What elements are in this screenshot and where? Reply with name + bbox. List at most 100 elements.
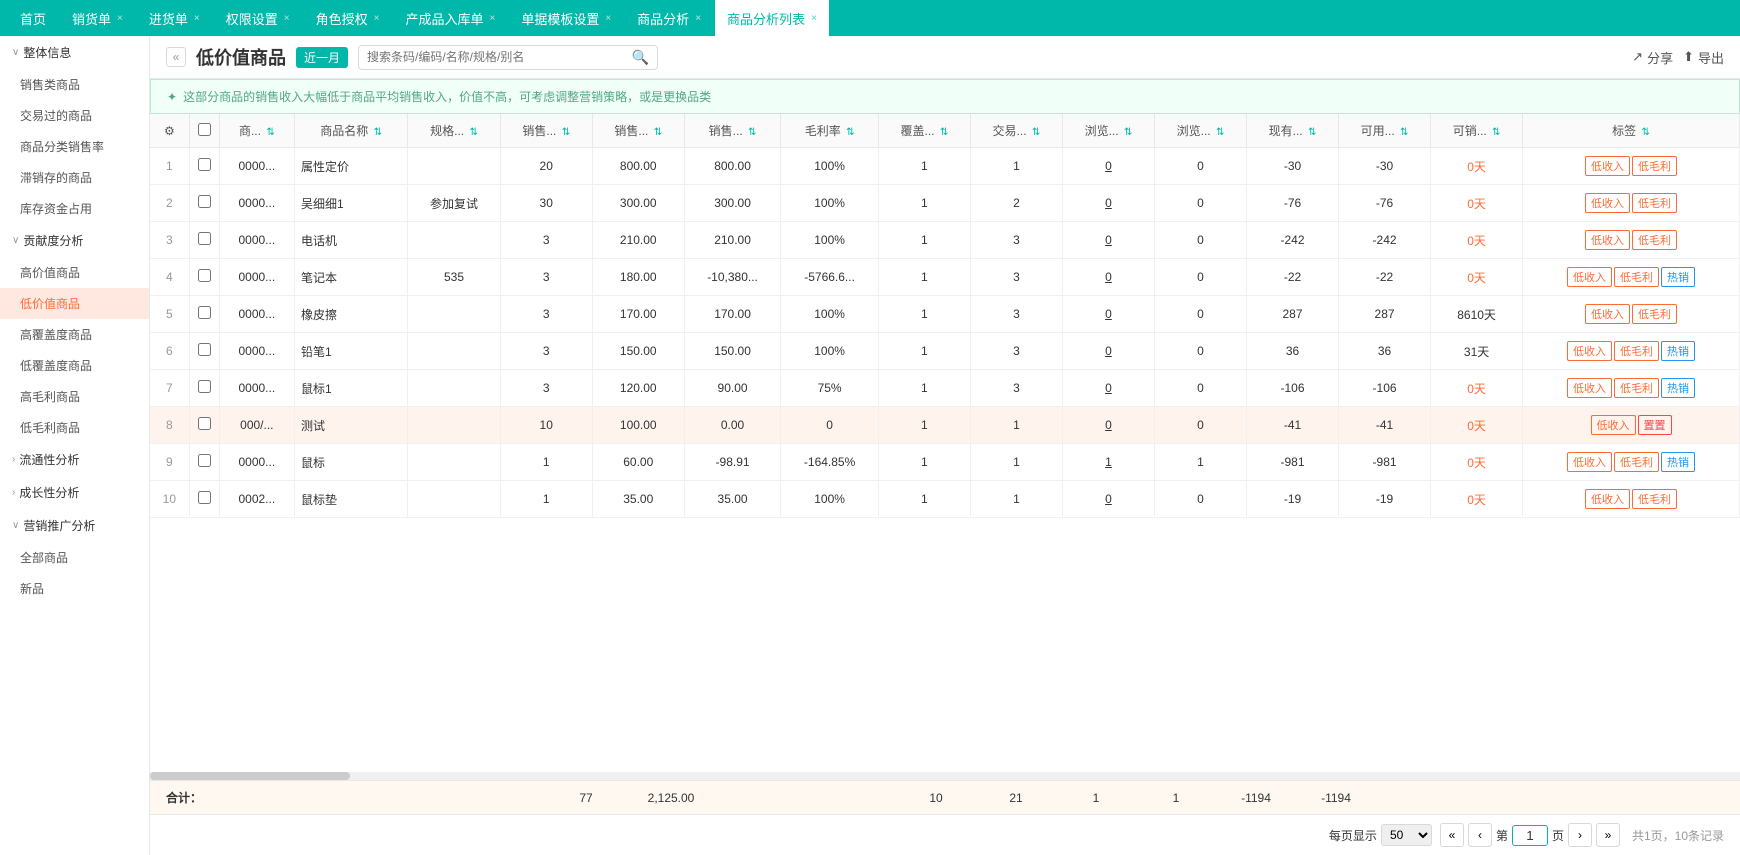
row-browse1[interactable]: 0 [1062, 296, 1154, 333]
nav-goods-analysis[interactable]: 商品分析 × [625, 0, 713, 36]
export-button[interactable]: ⬆ 导出 [1683, 48, 1724, 67]
sidebar-item-low-value[interactable]: 低价值商品 [0, 288, 149, 319]
col-sale2[interactable]: 销售... ⇅ [592, 114, 684, 148]
nav-role[interactable]: 角色授权 × [304, 0, 392, 36]
row-checkbox-cell[interactable] [189, 481, 219, 518]
row-checkbox-cell[interactable] [189, 296, 219, 333]
row-checkbox-cell[interactable] [189, 333, 219, 370]
next-page-button[interactable]: › [1568, 823, 1592, 847]
browse1-link[interactable]: 0 [1105, 418, 1112, 432]
sidebar-item-unsale-goods[interactable]: 滞销存的商品 [0, 162, 149, 193]
sidebar-item-new-goods[interactable]: 新品 [0, 573, 149, 604]
row-name[interactable]: 吴细细1 [295, 185, 408, 222]
col-current[interactable]: 现有... ⇅ [1247, 114, 1339, 148]
col-saleable[interactable]: 可销... ⇅ [1431, 114, 1523, 148]
col-name[interactable]: 商品名称 ⇅ [295, 114, 408, 148]
sidebar-group-overall[interactable]: ∨ 整体信息 [0, 36, 149, 69]
row-browse1[interactable]: 0 [1062, 370, 1154, 407]
row-name[interactable]: 属性定价 [295, 148, 408, 185]
sidebar-group-marketing[interactable]: ∨ 营销推广分析 [0, 509, 149, 542]
col-checkbox[interactable] [189, 114, 219, 148]
col-tags[interactable]: 标签 ⇅ [1523, 114, 1740, 148]
sidebar-group-growth[interactable]: › 成长性分析 [0, 476, 149, 509]
sidebar-item-low-profit[interactable]: 低毛利商品 [0, 412, 149, 443]
row-browse1[interactable]: 0 [1062, 222, 1154, 259]
col-coverage[interactable]: 覆盖... ⇅ [878, 114, 970, 148]
row-checkbox-cell[interactable] [189, 185, 219, 222]
sidebar-item-sale-goods[interactable]: 销售类商品 [0, 69, 149, 100]
row-browse1[interactable]: 1 [1062, 444, 1154, 481]
horizontal-scrollbar[interactable] [150, 772, 1740, 780]
nav-stock[interactable]: 产成品入库单 × [393, 0, 507, 36]
row-browse1[interactable]: 0 [1062, 185, 1154, 222]
sidebar-item-high-profit[interactable]: 高毛利商品 [0, 381, 149, 412]
row-name[interactable]: 电话机 [295, 222, 408, 259]
nav-purchase-close[interactable]: × [194, 13, 200, 24]
sidebar-item-high-coverage[interactable]: 高覆盖度商品 [0, 319, 149, 350]
browse1-link[interactable]: 0 [1105, 270, 1112, 284]
nav-template-close[interactable]: × [605, 13, 611, 24]
nav-role-close[interactable]: × [374, 13, 380, 24]
col-sale3[interactable]: 销售... ⇅ [684, 114, 781, 148]
col-browse1[interactable]: 浏览... ⇅ [1062, 114, 1154, 148]
last-page-button[interactable]: » [1596, 823, 1620, 847]
scrollbar-thumb[interactable] [150, 772, 350, 780]
current-page-input[interactable] [1512, 825, 1548, 846]
first-page-button[interactable]: « [1440, 823, 1464, 847]
col-code[interactable]: 商... ⇅ [219, 114, 294, 148]
sidebar-group-contribution[interactable]: ∨ 贡献度分析 [0, 224, 149, 257]
row-checkbox[interactable] [198, 491, 211, 504]
row-checkbox[interactable] [198, 380, 211, 393]
row-checkbox[interactable] [198, 306, 211, 319]
row-name[interactable]: 橡皮擦 [295, 296, 408, 333]
row-browse1[interactable]: 0 [1062, 333, 1154, 370]
browse1-link[interactable]: 0 [1105, 381, 1112, 395]
browse1-link[interactable]: 0 [1105, 233, 1112, 247]
nav-goods-analysis-close[interactable]: × [695, 13, 701, 24]
col-browse2[interactable]: 浏览... ⇅ [1154, 114, 1246, 148]
row-name[interactable]: 铅笔1 [295, 333, 408, 370]
browse1-link[interactable]: 0 [1105, 307, 1112, 321]
row-checkbox[interactable] [198, 343, 211, 356]
browse1-link[interactable]: 0 [1105, 492, 1112, 506]
nav-sale-close[interactable]: × [117, 13, 123, 24]
nav-template[interactable]: 单据模板设置 × [509, 0, 623, 36]
row-browse1[interactable]: 0 [1062, 481, 1154, 518]
row-checkbox[interactable] [198, 232, 211, 245]
col-sale1[interactable]: 销售... ⇅ [500, 114, 592, 148]
sidebar-item-stock-fund[interactable]: 库存资金占用 [0, 193, 149, 224]
col-profit-rate[interactable]: 毛利率 ⇅ [781, 114, 879, 148]
row-checkbox-cell[interactable] [189, 148, 219, 185]
row-checkbox[interactable] [198, 417, 211, 430]
browse1-link[interactable]: 0 [1105, 159, 1112, 173]
select-all-checkbox[interactable] [198, 123, 211, 136]
row-checkbox[interactable] [198, 454, 211, 467]
row-browse1[interactable]: 0 [1062, 148, 1154, 185]
sidebar-item-low-coverage[interactable]: 低覆盖度商品 [0, 350, 149, 381]
share-button[interactable]: ↗ 分享 [1632, 48, 1673, 67]
nav-stock-close[interactable]: × [489, 13, 495, 24]
nav-home[interactable]: 首页 [8, 0, 58, 36]
col-settings[interactable]: ⚙ [150, 114, 189, 148]
nav-goods-list-close[interactable]: × [811, 13, 817, 24]
row-checkbox-cell[interactable] [189, 407, 219, 444]
sidebar-group-flow[interactable]: › 流通性分析 [0, 443, 149, 476]
nav-permission[interactable]: 权限设置 × [214, 0, 302, 36]
nav-purchase[interactable]: 进货单 × [137, 0, 212, 36]
row-checkbox-cell[interactable] [189, 222, 219, 259]
nav-goods-list[interactable]: 商品分析列表 × [715, 0, 829, 36]
row-checkbox[interactable] [198, 269, 211, 282]
sidebar-collapse-button[interactable]: « [166, 47, 186, 67]
row-name[interactable]: 鼠标1 [295, 370, 408, 407]
nav-permission-close[interactable]: × [284, 13, 290, 24]
row-browse1[interactable]: 0 [1062, 407, 1154, 444]
row-checkbox-cell[interactable] [189, 259, 219, 296]
nav-sale[interactable]: 销货单 × [60, 0, 135, 36]
sidebar-item-all-goods[interactable]: 全部商品 [0, 542, 149, 573]
row-name[interactable]: 鼠标垫 [295, 481, 408, 518]
sidebar-item-high-value[interactable]: 高价值商品 [0, 257, 149, 288]
browse1-link[interactable]: 0 [1105, 344, 1112, 358]
prev-page-button[interactable]: ‹ [1468, 823, 1492, 847]
col-spec[interactable]: 规格... ⇅ [408, 114, 500, 148]
row-checkbox[interactable] [198, 195, 211, 208]
